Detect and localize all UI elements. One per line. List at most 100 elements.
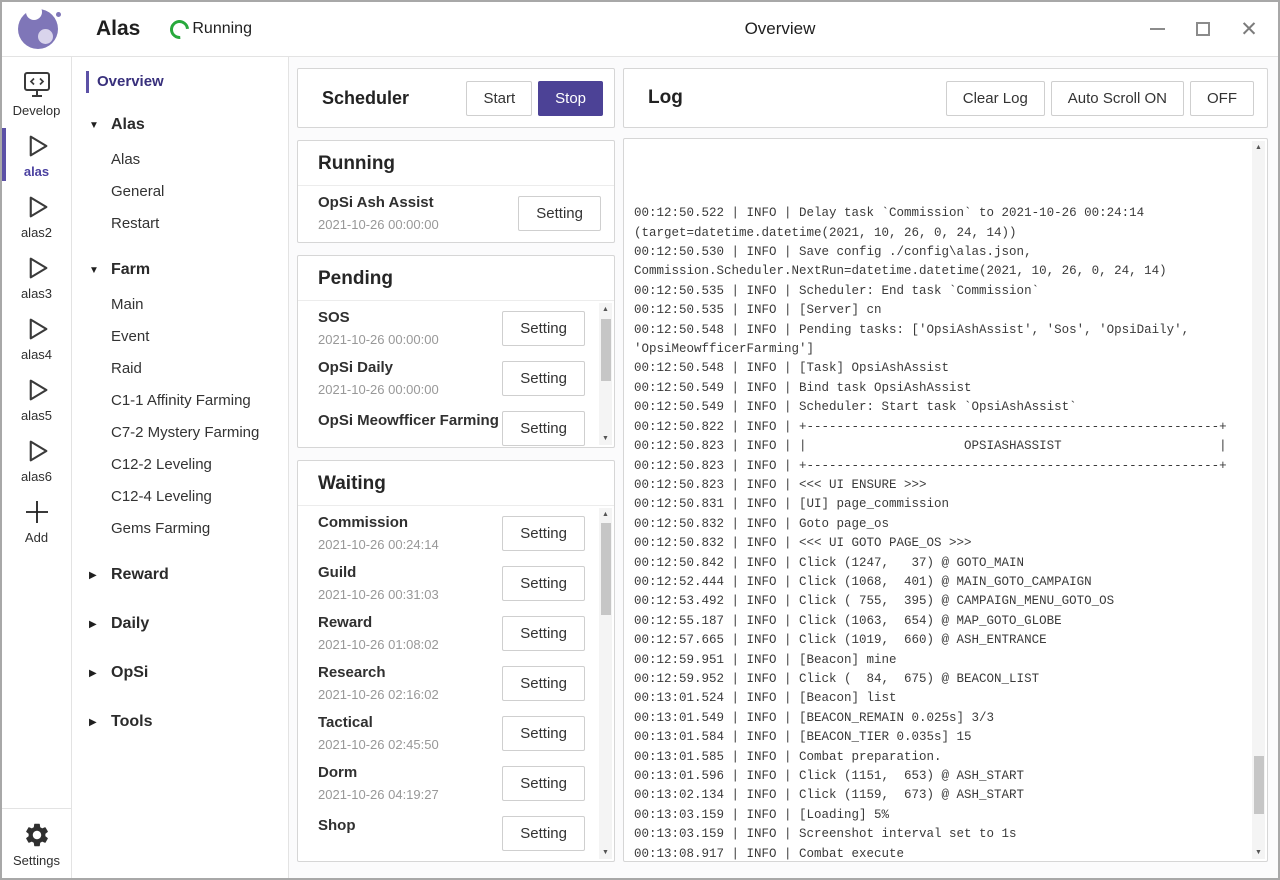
task-setting-button[interactable]: Setting (502, 816, 585, 851)
menu-item-c1-1-affinity-farming[interactable]: C1-1 Affinity Farming (72, 384, 288, 416)
nav-item-alas6[interactable]: alas6 (2, 429, 71, 490)
app-window: Alas Running Overview ✕ Develop alas (0, 0, 1280, 880)
log-line: 00:12:59.951 | INFO | [Beacon] mine (634, 651, 1239, 670)
log-line: 00:12:50.549 | INFO | Scheduler: Start t… (634, 398, 1239, 417)
scheduler-column: Scheduler Start Stop Running OpSi Ash As… (297, 68, 615, 862)
log-line: 00:12:50.548 | INFO | [Task] OpsiAshAssi… (634, 359, 1239, 378)
task-info: Guild 2021-10-26 00:31:03 (318, 564, 439, 602)
nav-item-alas4[interactable]: alas4 (2, 307, 71, 368)
menu-item-main[interactable]: Main (72, 288, 288, 320)
nav-item-alas5[interactable]: alas5 (2, 368, 71, 429)
waiting-card: Waiting Commission (297, 460, 615, 862)
task-setting-button[interactable]: Setting (502, 666, 585, 701)
gear-icon (23, 818, 51, 852)
log-header-card: Log Clear Log Auto Scroll ON OFF (623, 68, 1268, 128)
scrollbar-thumb[interactable] (601, 523, 611, 615)
nav-item-alas[interactable]: alas (2, 124, 71, 185)
nav-item-settings[interactable]: Settings (2, 808, 71, 878)
task-next-run (318, 435, 499, 445)
menu-group-daily[interactable]: Daily (72, 606, 288, 642)
maximize-icon[interactable] (1194, 20, 1212, 38)
log-line: Commission.Scheduler.NextRun=datetime.da… (634, 262, 1239, 281)
log-line: 00:12:50.823 | INFO | | OPSIASHASSIST | (634, 437, 1239, 456)
task-setting-button[interactable]: Setting (502, 311, 585, 346)
chevron-right-icon (89, 668, 101, 679)
menu-group-farm[interactable]: Farm (72, 252, 288, 288)
log-line: 00:12:50.823 | INFO | +-----------------… (634, 457, 1239, 476)
log-line: 00:12:50.535 | INFO | [Server] cn (634, 301, 1239, 320)
menu-group-tools[interactable]: Tools (72, 704, 288, 740)
task-info: OpSi Ash Assist 2021-10-26 00:00:00 (318, 194, 439, 232)
task-setting-button[interactable]: Setting (502, 716, 585, 751)
scheduler-title: Scheduler (322, 88, 409, 109)
menu-group-reward[interactable]: Reward (72, 557, 288, 593)
nav-item-alas2[interactable]: alas2 (2, 185, 71, 246)
clear-log-button[interactable]: Clear Log (946, 81, 1045, 116)
close-icon[interactable]: ✕ (1240, 20, 1258, 38)
task-info: OpSi Daily 2021-10-26 00:00:00 (318, 359, 439, 397)
task-setting-button[interactable]: Setting (502, 411, 585, 446)
task-name: Shop (318, 817, 356, 835)
menu-item-c12-2-leveling[interactable]: C12-2 Leveling (72, 448, 288, 480)
task-setting-button[interactable]: Setting (502, 516, 585, 551)
scroll-up-icon[interactable] (1252, 141, 1265, 154)
log-scrollbar[interactable] (1252, 141, 1265, 859)
log-line: 00:12:55.187 | INFO | Click (1063, 654) … (634, 612, 1239, 631)
task-row: Dorm 2021-10-26 04:19:27 Setting (298, 758, 598, 808)
menu-item-c7-2-mystery-farming[interactable]: C7-2 Mystery Farming (72, 416, 288, 448)
scroll-up-icon[interactable] (599, 508, 612, 521)
menu-item-alas[interactable]: Alas (72, 143, 288, 175)
start-button[interactable]: Start (466, 81, 532, 116)
nav-item-alas3[interactable]: alas3 (2, 246, 71, 307)
log-line: 'OpsiMeowfficerFarming'] (634, 340, 1239, 359)
log-column: Log Clear Log Auto Scroll ON OFF 00:12:5… (623, 68, 1268, 862)
minimize-icon[interactable] (1148, 20, 1166, 38)
play-icon (22, 312, 52, 346)
play-icon (22, 251, 52, 285)
chevron-right-icon (89, 570, 101, 581)
menu-group-opsi[interactable]: OpSi (72, 655, 288, 691)
pending-card: Pending SOS 202 (297, 255, 615, 448)
menu-item-c12-4-leveling[interactable]: C12-4 Leveling (72, 480, 288, 512)
log-line: 00:13:01.585 | INFO | Combat preparation… (634, 748, 1239, 767)
pending-scrollbar[interactable] (599, 303, 612, 445)
nav-item-develop[interactable]: Develop (2, 63, 71, 124)
task-setting-button[interactable]: Setting (502, 616, 585, 651)
menu-item-event[interactable]: Event (72, 320, 288, 352)
waiting-scrollbar[interactable] (599, 508, 612, 859)
task-name: Tactical (318, 714, 439, 732)
menu-item-raid[interactable]: Raid (72, 352, 288, 384)
task-row: OpSi Ash Assist 2021-10-26 00:00:00 Sett… (298, 188, 614, 238)
scroll-down-icon[interactable] (599, 432, 612, 445)
task-next-run: 2021-10-26 02:45:50 (318, 737, 439, 752)
log-output: 00:12:50.522 | INFO | Delay task `Commis… (634, 146, 1239, 862)
nav-item-add[interactable]: Add (2, 490, 71, 551)
stop-button[interactable]: Stop (538, 81, 603, 116)
scroll-down-icon[interactable] (1252, 846, 1265, 859)
scroll-down-icon[interactable] (599, 846, 612, 859)
log-line: 00:13:01.549 | INFO | [BEACON_REMAIN 0.0… (634, 709, 1239, 728)
chevron-down-icon (89, 265, 101, 276)
nav-item-label: Settings (13, 853, 60, 868)
task-name: SOS (318, 309, 439, 327)
scrollbar-thumb[interactable] (601, 319, 611, 381)
scrollbar-thumb[interactable] (1254, 756, 1264, 814)
log-line: 00:12:57.665 | INFO | Click (1019, 660) … (634, 631, 1239, 650)
page-title: Overview (745, 19, 816, 39)
task-info: Commission 2021-10-26 00:24:14 (318, 514, 439, 552)
task-setting-button[interactable]: Setting (518, 196, 601, 231)
menu-item-gems-farming[interactable]: Gems Farming (72, 512, 288, 544)
task-setting-button[interactable]: Setting (502, 766, 585, 801)
scroll-up-icon[interactable] (599, 303, 612, 316)
autoscroll-off-button[interactable]: OFF (1190, 81, 1254, 116)
menu-item-general[interactable]: General (72, 175, 288, 207)
task-setting-button[interactable]: Setting (502, 361, 585, 396)
menu-item-restart[interactable]: Restart (72, 207, 288, 239)
log-line: 00:12:53.492 | INFO | Click ( 755, 395) … (634, 592, 1239, 611)
autoscroll-on-button[interactable]: Auto Scroll ON (1051, 81, 1184, 116)
log-line: 00:12:50.832 | INFO | <<< UI GOTO PAGE_O… (634, 534, 1239, 553)
task-setting-button[interactable]: Setting (502, 566, 585, 601)
task-row: OpSi Meowfficer Farming Setting (298, 403, 598, 447)
menu-group-alas[interactable]: Alas (72, 107, 288, 143)
menu-item-overview[interactable]: Overview (72, 70, 288, 94)
